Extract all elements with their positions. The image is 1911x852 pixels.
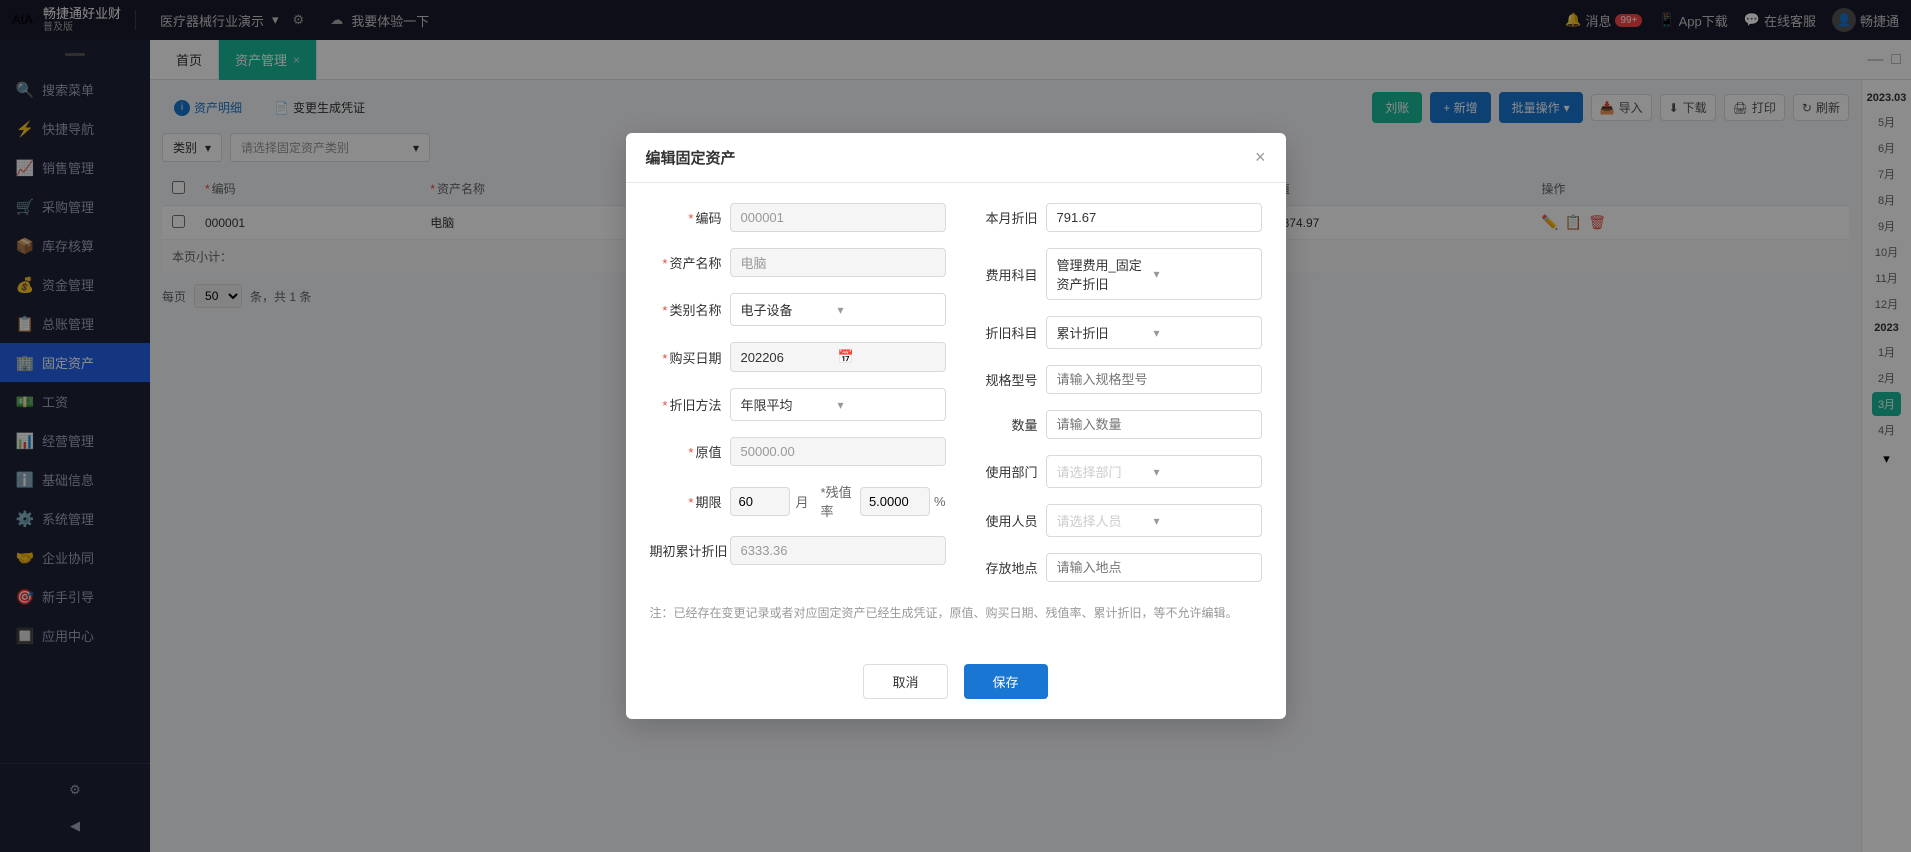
modal-header: 编辑固定资产 × (626, 133, 1286, 183)
dep-subject-label: 折旧科目 (966, 323, 1046, 342)
form-row-dept: 使用部门 请选择部门 ▾ (966, 455, 1262, 488)
form-row-location: 存放地点 (966, 553, 1262, 582)
user-select[interactable]: 请选择人员 ▾ (1046, 504, 1262, 537)
save-button[interactable]: 保存 (964, 664, 1048, 699)
residual-rate-label: *残值率 (821, 482, 854, 520)
form-right-col: 本月折旧 费用科目 管理费用_固定资产折旧 ▾ 折旧科目 (966, 203, 1262, 598)
form-row-asset-name: *资产名称 (650, 248, 946, 277)
dep-method-select[interactable]: 年限平均 ▾ (730, 388, 946, 421)
form-row-initial-dep: 期初累计折旧 (650, 536, 946, 565)
form-row-dep-method: *折旧方法 年限平均 ▾ (650, 388, 946, 421)
code-input[interactable] (730, 203, 946, 232)
expense-subject-label: 费用科目 (966, 265, 1046, 284)
expense-subject-select[interactable]: 管理费用_固定资产折旧 ▾ (1046, 248, 1262, 300)
initial-dep-input[interactable] (730, 536, 946, 565)
location-input[interactable] (1046, 553, 1262, 582)
asset-name-label: *资产名称 (650, 253, 730, 272)
initial-dep-label: 期初累计折旧 (650, 541, 730, 560)
user-label: 使用人员 (966, 511, 1046, 530)
form-row-original-value: *原值 (650, 437, 946, 466)
dep-method-label: *折旧方法 (650, 395, 730, 414)
edit-fixed-asset-modal: 编辑固定资产 × *编码 *资产名称 (626, 133, 1286, 718)
asset-name-input[interactable] (730, 248, 946, 277)
category-select[interactable]: 电子设备 ▾ (730, 293, 946, 326)
spec-label: 规格型号 (966, 370, 1046, 389)
category-chevron-icon: ▾ (838, 303, 935, 317)
cancel-button[interactable]: 取消 (863, 664, 947, 699)
form-grid: *编码 *资产名称 *类别名称 电子设备 ▾ (650, 203, 1262, 598)
modal-note: 注：已经存在变更记录或者对应固定资产已经生成凭证，原值、购买日期、残值率、累计折… (650, 598, 1262, 633)
expense-subject-chevron-icon: ▾ (1154, 267, 1251, 281)
form-row-period: *期限 月 *残值率 % (650, 482, 946, 520)
form-row-expense-subject: 费用科目 管理费用_固定资产折旧 ▾ (966, 248, 1262, 300)
monthly-dep-label: 本月折旧 (966, 208, 1046, 227)
form-left-col: *编码 *资产名称 *类别名称 电子设备 ▾ (650, 203, 946, 598)
form-row-user: 使用人员 请选择人员 ▾ (966, 504, 1262, 537)
original-value-input[interactable] (730, 437, 946, 466)
residual-wrap: % (860, 487, 946, 516)
modal-close-btn[interactable]: × (1255, 147, 1266, 168)
dept-label: 使用部门 (966, 462, 1046, 481)
form-row-code: *编码 (650, 203, 946, 232)
location-label: 存放地点 (966, 558, 1046, 577)
calendar-icon[interactable]: 📅 (838, 349, 935, 365)
modal-title: 编辑固定资产 (646, 147, 736, 168)
spec-input[interactable] (1046, 365, 1262, 394)
code-label: *编码 (650, 208, 730, 227)
residual-rate-input[interactable] (860, 487, 930, 516)
category-label: *类别名称 (650, 300, 730, 319)
period-label: *期限 (650, 492, 730, 511)
user-chevron-icon: ▾ (1154, 514, 1251, 528)
dep-subject-chevron-icon: ▾ (1154, 326, 1251, 340)
form-row-spec: 规格型号 (966, 365, 1262, 394)
period-input[interactable] (730, 487, 790, 516)
form-row-purchase-date: *购买日期 202206 📅 (650, 342, 946, 372)
form-row-category: *类别名称 电子设备 ▾ (650, 293, 946, 326)
dept-select[interactable]: 请选择部门 ▾ (1046, 455, 1262, 488)
original-value-label: *原值 (650, 442, 730, 461)
dept-chevron-icon: ▾ (1154, 465, 1251, 479)
quantity-label: 数量 (966, 415, 1046, 434)
modal-body: *编码 *资产名称 *类别名称 电子设备 ▾ (626, 183, 1286, 653)
form-row-dep-subject: 折旧科目 累计折旧 ▾ (966, 316, 1262, 349)
quantity-input[interactable] (1046, 410, 1262, 439)
dep-subject-select[interactable]: 累计折旧 ▾ (1046, 316, 1262, 349)
purchase-date-label: *购买日期 (650, 348, 730, 367)
modal-overlay[interactable]: 编辑固定资产 × *编码 *资产名称 (0, 0, 1911, 852)
form-row-quantity: 数量 (966, 410, 1262, 439)
purchase-date-input[interactable]: 202206 📅 (730, 342, 946, 372)
period-inputs: 月 *残值率 % (730, 482, 946, 520)
modal-footer: 取消 保存 (626, 654, 1286, 719)
dep-method-chevron-icon: ▾ (838, 398, 935, 412)
form-row-monthly-dep: 本月折旧 (966, 203, 1262, 232)
monthly-dep-input[interactable] (1046, 203, 1262, 232)
